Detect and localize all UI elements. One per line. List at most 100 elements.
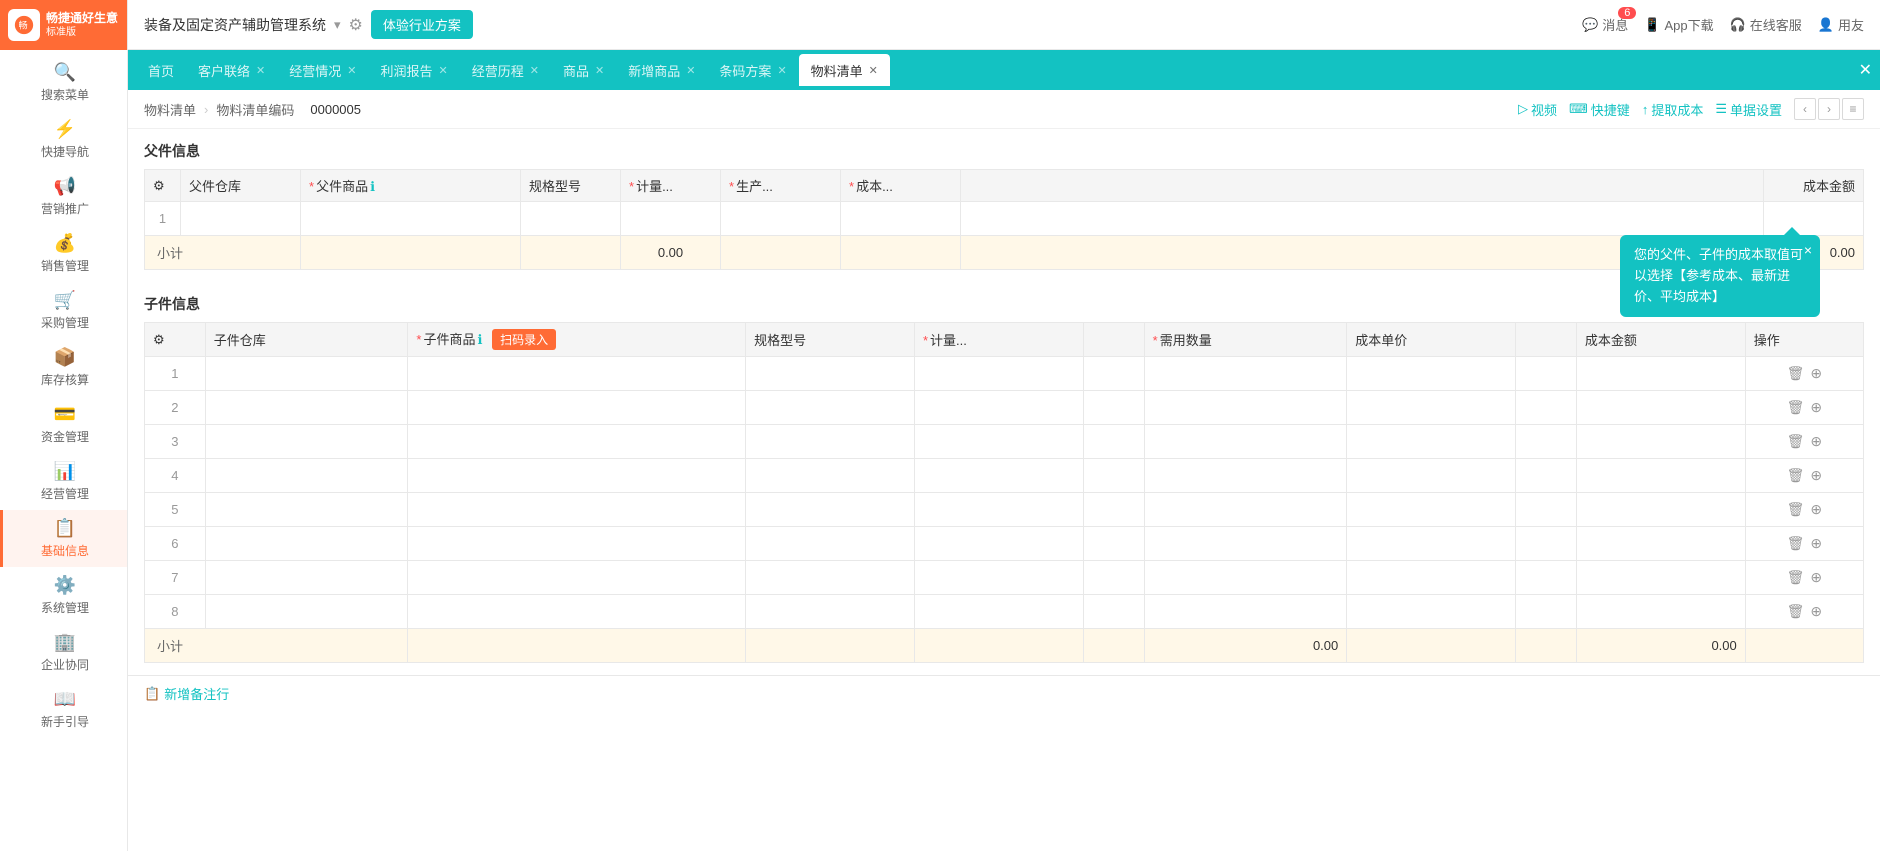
- child-spec-2[interactable]: [746, 391, 915, 425]
- th-parent-settings[interactable]: ⚙: [145, 170, 181, 202]
- next-arrow[interactable]: ›: [1818, 98, 1840, 120]
- child-spec-1[interactable]: [746, 357, 915, 391]
- tab-customers-close[interactable]: ✕: [256, 64, 265, 77]
- child-unit-4[interactable]: [914, 459, 1083, 493]
- child-unit-2[interactable]: [914, 391, 1083, 425]
- tab-profit-close[interactable]: ✕: [439, 64, 448, 77]
- child-unitcost-2[interactable]: [1347, 391, 1516, 425]
- child-goods-1[interactable]: [408, 357, 746, 391]
- sidebar-item-system[interactable]: ⚙️系统管理: [0, 567, 127, 624]
- video-action[interactable]: ▷ 视频: [1518, 100, 1557, 119]
- trial-button[interactable]: 体验行业方案: [371, 10, 473, 39]
- child-goods-8[interactable]: [408, 595, 746, 629]
- parent-unit-cell[interactable]: [621, 202, 721, 236]
- sidebar-item-quick_nav[interactable]: ⚡快捷导航: [0, 111, 127, 168]
- child-unitcost-5[interactable]: [1347, 493, 1516, 527]
- copy-icon-4[interactable]: ⊕: [1810, 467, 1822, 484]
- child-unitcost-4[interactable]: [1347, 459, 1516, 493]
- child-unit-8[interactable]: [914, 595, 1083, 629]
- child-goods-5[interactable]: [408, 493, 746, 527]
- tab-history-close[interactable]: ✕: [530, 64, 539, 77]
- tab-new-goods-close[interactable]: ✕: [686, 64, 695, 77]
- sidebar-item-operations_mgr[interactable]: 📊经营管理: [0, 453, 127, 510]
- sidebar-item-enterprise[interactable]: 🏢企业协同: [0, 624, 127, 681]
- add-note-button[interactable]: 📋 新增备注行: [144, 684, 229, 703]
- child-qty-2[interactable]: [1144, 391, 1347, 425]
- shortcut-action[interactable]: ⌨ 快捷键: [1569, 100, 1630, 119]
- tab-new-goods[interactable]: 新增商品 ✕: [616, 54, 707, 86]
- delete-icon-6[interactable]: 🗑: [1787, 535, 1805, 552]
- sidebar-item-sales[interactable]: 💰销售管理: [0, 225, 127, 282]
- tab-bom-close[interactable]: ✕: [869, 64, 878, 77]
- child-warehouse-6[interactable]: [205, 527, 408, 561]
- delete-icon-5[interactable]: 🗑: [1787, 501, 1805, 518]
- app-download-item[interactable]: 📱 App下载: [1644, 15, 1713, 34]
- child-warehouse-3[interactable]: [205, 425, 408, 459]
- prev-arrow[interactable]: ‹: [1794, 98, 1816, 120]
- tab-operations[interactable]: 经营情况 ✕: [277, 54, 368, 86]
- child-warehouse-1[interactable]: [205, 357, 408, 391]
- user-item[interactable]: 👤 用友: [1818, 15, 1864, 34]
- copy-icon-6[interactable]: ⊕: [1810, 535, 1822, 552]
- copy-icon-5[interactable]: ⊕: [1810, 501, 1822, 518]
- child-qty-5[interactable]: [1144, 493, 1347, 527]
- child-spec-3[interactable]: [746, 425, 915, 459]
- copy-icon-8[interactable]: ⊕: [1810, 603, 1822, 620]
- delete-icon-8[interactable]: 🗑: [1787, 603, 1805, 620]
- child-unit-1[interactable]: [914, 357, 1083, 391]
- parent-production-cell[interactable]: [721, 202, 841, 236]
- child-spec-4[interactable]: [746, 459, 915, 493]
- menu-arrow[interactable]: ≡: [1842, 98, 1864, 120]
- sidebar-item-purchase[interactable]: 🛒采购管理: [0, 282, 127, 339]
- child-warehouse-7[interactable]: [205, 561, 408, 595]
- child-qty-8[interactable]: [1144, 595, 1347, 629]
- child-unit-7[interactable]: [914, 561, 1083, 595]
- copy-icon-1[interactable]: ⊕: [1810, 365, 1822, 382]
- child-goods-3[interactable]: [408, 425, 746, 459]
- copy-icon-3[interactable]: ⊕: [1810, 433, 1822, 450]
- settings-icon[interactable]: ⚙: [349, 15, 363, 35]
- parent-spec-cell[interactable]: [521, 202, 621, 236]
- child-unitcost-1[interactable]: [1347, 357, 1516, 391]
- child-goods-6[interactable]: [408, 527, 746, 561]
- child-qty-7[interactable]: [1144, 561, 1347, 595]
- parent-goods-cell[interactable]: [301, 202, 521, 236]
- tab-customers[interactable]: 客户联络 ✕: [186, 54, 277, 86]
- child-warehouse-5[interactable]: [205, 493, 408, 527]
- delete-icon-3[interactable]: 🗑: [1787, 433, 1805, 450]
- child-goods-7[interactable]: [408, 561, 746, 595]
- child-unitcost-7[interactable]: [1347, 561, 1516, 595]
- extract-cost-action[interactable]: ↑ 提取成本: [1642, 100, 1704, 119]
- copy-icon-7[interactable]: ⊕: [1810, 569, 1822, 586]
- messages-item[interactable]: 💬 消息 6: [1582, 15, 1628, 34]
- parent-cost-cell[interactable]: [841, 202, 961, 236]
- parent-warehouse-cell[interactable]: [181, 202, 301, 236]
- child-spec-8[interactable]: [746, 595, 915, 629]
- tab-profit[interactable]: 利润报告 ✕: [368, 54, 459, 86]
- child-unit-3[interactable]: [914, 425, 1083, 459]
- delete-icon-7[interactable]: 🗑: [1787, 569, 1805, 586]
- child-qty-4[interactable]: [1144, 459, 1347, 493]
- dropdown-arrow-icon[interactable]: ▾: [334, 17, 341, 33]
- child-unit-6[interactable]: [914, 527, 1083, 561]
- child-warehouse-2[interactable]: [205, 391, 408, 425]
- child-spec-6[interactable]: [746, 527, 915, 561]
- child-qty-1[interactable]: [1144, 357, 1347, 391]
- sidebar-item-guide[interactable]: 📖新手引导: [0, 681, 127, 738]
- child-unitcost-8[interactable]: [1347, 595, 1516, 629]
- sidebar-item-marketing[interactable]: 📢营销推广: [0, 168, 127, 225]
- tab-history[interactable]: 经营历程 ✕: [460, 54, 551, 86]
- tab-operations-close[interactable]: ✕: [347, 64, 356, 77]
- tooltip-close-button[interactable]: ×: [1804, 239, 1812, 261]
- delete-icon-4[interactable]: 🗑: [1787, 467, 1805, 484]
- tab-home[interactable]: 首页: [136, 54, 186, 86]
- child-goods-4[interactable]: [408, 459, 746, 493]
- tab-goods-close[interactable]: ✕: [595, 64, 604, 77]
- child-warehouse-4[interactable]: [205, 459, 408, 493]
- delete-icon-1[interactable]: 🗑: [1787, 365, 1805, 382]
- child-unit-5[interactable]: [914, 493, 1083, 527]
- tab-barcode[interactable]: 条码方案 ✕: [707, 54, 798, 86]
- child-unitcost-3[interactable]: [1347, 425, 1516, 459]
- child-qty-6[interactable]: [1144, 527, 1347, 561]
- online-service-item[interactable]: 🎧 在线客服: [1730, 15, 1802, 34]
